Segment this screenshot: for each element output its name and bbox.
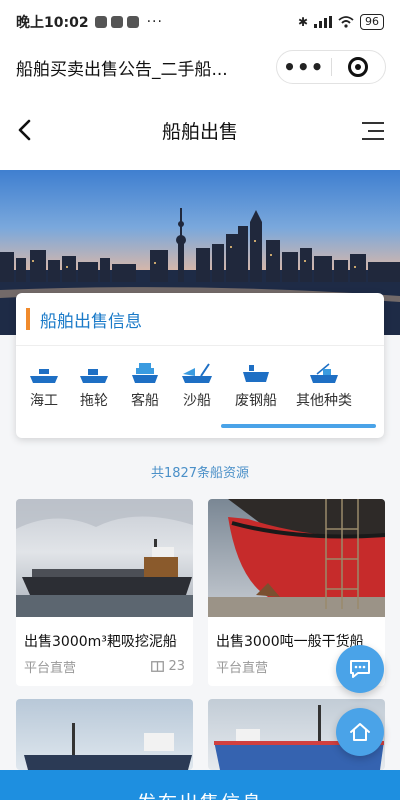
ship-sale-info-card: 船舶出售信息 海工 拖轮 客船 沙船 废钢船 其他种类 [16, 293, 384, 438]
miniprogram-bar: 船舶买卖出售公告_二手船... ••• [0, 44, 400, 90]
tugboat-icon [79, 358, 109, 384]
wifi-icon [338, 16, 354, 28]
signal-icon [314, 16, 332, 28]
category-passenger[interactable]: 客船 [122, 358, 168, 410]
close-target-icon [348, 57, 369, 77]
category-tugboat[interactable]: 拖轮 [66, 358, 122, 410]
card-title: 船舶出售信息 [40, 311, 142, 332]
passenger-ship-icon [131, 358, 159, 384]
category-label: 其他种类 [296, 393, 352, 409]
notification-icon [94, 16, 107, 28]
category-sand[interactable]: 沙船 [168, 358, 226, 410]
category-label: 客船 [131, 393, 159, 409]
home-button[interactable] [336, 708, 384, 756]
publish-sale-button[interactable]: 发布出售信息 [0, 770, 400, 800]
miniprogram-title: 船舶买卖出售公告_二手船... [16, 59, 228, 80]
bluetooth-icon: ✱ [297, 15, 308, 29]
listing-meta: 平台直营 23 [16, 657, 193, 686]
category-offshore[interactable]: 海工 [22, 358, 66, 410]
category-label: 废钢船 [235, 393, 277, 409]
views-count: 23 [168, 659, 185, 674]
status-time: 晚上10:02 [16, 15, 89, 31]
listing-source: 平台直营 [24, 661, 77, 676]
chat-button[interactable] [336, 645, 384, 693]
status-more: ··· [146, 14, 163, 30]
page-title: 船舶出售 [161, 120, 238, 143]
home-icon [350, 723, 370, 741]
category-label: 海工 [30, 393, 58, 409]
status-bar: 晚上10:02 ··· ✱ 96 [0, 0, 400, 44]
category-scrap[interactable]: 废钢船 [226, 358, 286, 410]
sand-ship-icon [181, 358, 213, 384]
menu-line [362, 138, 384, 140]
menu-line [362, 122, 384, 124]
menu-button[interactable] [362, 122, 384, 140]
listing-source: 平台直营 [216, 661, 269, 676]
card-header: 船舶出售信息 [16, 293, 384, 346]
title-marker [26, 308, 30, 330]
capsule-menu: ••• [276, 50, 386, 84]
ship-photo [16, 499, 193, 617]
scrap-ship-icon [242, 358, 270, 384]
notification-icon [126, 16, 139, 28]
page-header: 船舶出售 [0, 90, 400, 170]
listing-title: 出售3000m³耙吸挖泥船 [24, 634, 177, 650]
ship-photo [16, 699, 193, 770]
other-ship-icon [309, 358, 339, 384]
close-miniprogram-button[interactable] [331, 57, 385, 77]
chat-bubble-icon [350, 660, 370, 678]
menu-line [368, 130, 384, 132]
offshore-vessel-icon [29, 358, 59, 384]
status-indicators: ✱ 96 [298, 14, 384, 30]
listing-card[interactable] [16, 699, 193, 770]
category-row: 海工 拖轮 客船 沙船 废钢船 其他种类 [16, 346, 384, 410]
category-label: 沙船 [183, 393, 211, 409]
category-scroll-indicator[interactable] [221, 424, 376, 428]
more-options-button[interactable]: ••• [277, 57, 331, 77]
resource-count: 共1827条船资源 [150, 466, 250, 481]
battery-icon: 96 [360, 14, 384, 30]
listing-views: 23 [151, 657, 185, 676]
book-icon [151, 661, 165, 672]
publish-label: 发布出售信息 [0, 770, 400, 800]
category-label: 拖轮 [80, 393, 108, 409]
listing-card[interactable]: 出售3000m³耙吸挖泥船 平台直营 23 [16, 499, 193, 686]
notification-icon [110, 16, 123, 28]
category-other[interactable]: 其他种类 [286, 358, 362, 410]
back-arrow-icon[interactable] [14, 118, 38, 142]
ship-photo [208, 499, 385, 617]
